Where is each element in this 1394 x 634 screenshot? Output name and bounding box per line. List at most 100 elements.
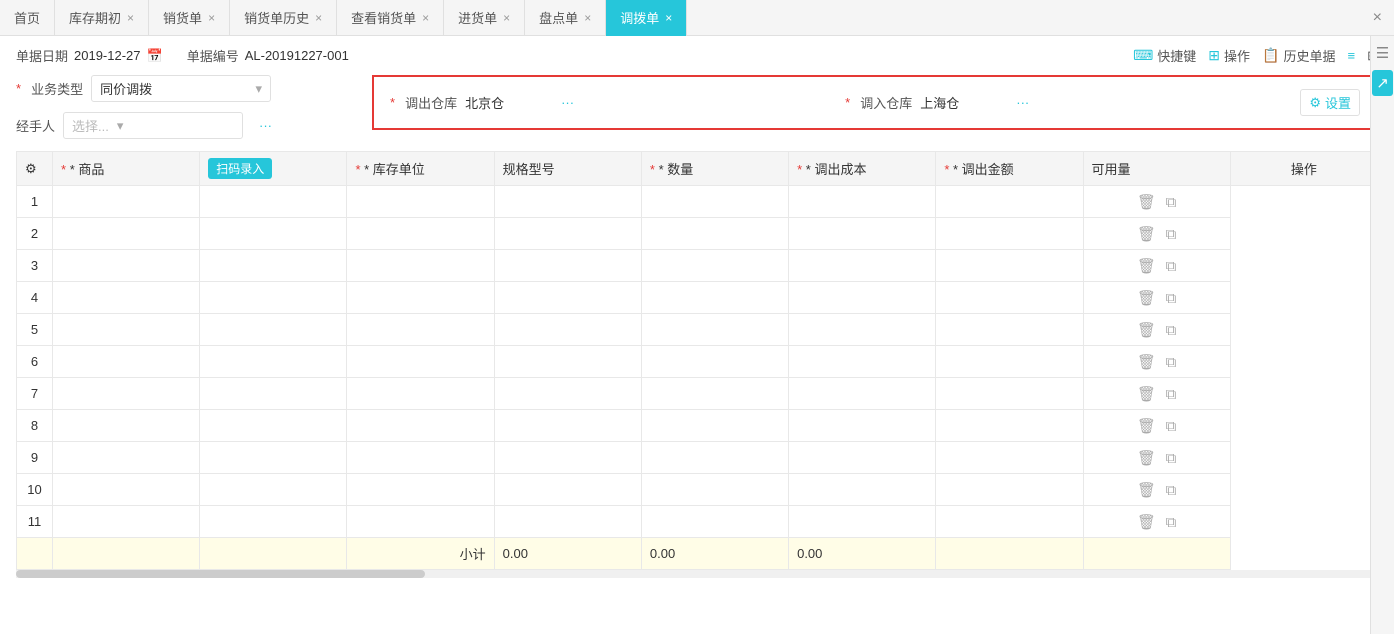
copy-icon[interactable]: ⧉ (1166, 258, 1177, 275)
row-product[interactable] (53, 250, 200, 282)
copy-icon[interactable]: ⧉ (1166, 194, 1177, 211)
row-spec[interactable] (347, 474, 494, 506)
tab-purchase-order-close[interactable]: × (503, 11, 510, 25)
row-cost[interactable] (641, 442, 788, 474)
tab-stocktake[interactable]: 盘点单 × (525, 0, 606, 36)
row-amount[interactable] (789, 378, 936, 410)
row-product[interactable] (53, 506, 200, 538)
copy-icon[interactable]: ⧉ (1166, 514, 1177, 531)
tab-transfer[interactable]: 调拨单 × (606, 0, 687, 36)
row-product[interactable] (53, 218, 200, 250)
row-unit[interactable] (200, 282, 347, 314)
tab-view-sales-close[interactable]: × (422, 11, 429, 25)
row-cost[interactable] (641, 186, 788, 218)
row-amount[interactable] (789, 410, 936, 442)
row-amount[interactable] (789, 442, 936, 474)
row-product[interactable] (53, 346, 200, 378)
operate-button[interactable]: ⊞ 操作 (1208, 46, 1250, 65)
delete-icon[interactable]: 🗑 (1137, 226, 1156, 243)
row-qty[interactable] (494, 410, 641, 442)
copy-icon[interactable]: ⧉ (1166, 482, 1177, 499)
row-spec[interactable] (347, 218, 494, 250)
row-amount[interactable] (789, 218, 936, 250)
row-unit[interactable] (200, 314, 347, 346)
row-qty[interactable] (494, 186, 641, 218)
copy-icon[interactable]: ⧉ (1166, 226, 1177, 243)
copy-icon[interactable]: ⧉ (1166, 418, 1177, 435)
shortcut-button[interactable]: ⌨ 快捷键 (1133, 46, 1196, 65)
delete-icon[interactable]: 🗑 (1137, 514, 1156, 531)
tab-purchase-order[interactable]: 进货单 × (444, 0, 525, 36)
agent-more-button[interactable]: ··· (259, 118, 272, 133)
row-qty[interactable] (494, 442, 641, 474)
col-gear[interactable]: ⚙ (17, 152, 53, 186)
row-amount[interactable] (789, 474, 936, 506)
row-amount[interactable] (789, 186, 936, 218)
row-spec[interactable] (347, 346, 494, 378)
business-type-select[interactable]: 同价调拨 ▾ (91, 75, 271, 102)
row-spec[interactable] (347, 250, 494, 282)
row-product[interactable] (53, 410, 200, 442)
row-unit[interactable] (200, 218, 347, 250)
row-amount[interactable] (789, 314, 936, 346)
row-unit[interactable] (200, 506, 347, 538)
tab-inventory-init[interactable]: 库存期初 × (55, 0, 149, 36)
tab-sales-order[interactable]: 销货单 × (149, 0, 230, 36)
delete-icon[interactable]: 🗑 (1137, 418, 1156, 435)
delete-icon[interactable]: 🗑 (1137, 450, 1156, 467)
tab-stocktake-close[interactable]: × (584, 11, 591, 25)
col-scan[interactable]: 扫码录入 (200, 152, 347, 186)
row-cost[interactable] (641, 474, 788, 506)
history-button[interactable]: 📋 历史单据 (1262, 46, 1335, 65)
tab-sales-order-close[interactable]: × (208, 11, 215, 25)
row-unit[interactable] (200, 442, 347, 474)
tab-inventory-init-close[interactable]: × (127, 11, 134, 25)
row-qty[interactable] (494, 474, 641, 506)
row-amount[interactable] (789, 282, 936, 314)
row-qty[interactable] (494, 506, 641, 538)
delete-icon[interactable]: 🗑 (1137, 386, 1156, 403)
row-spec[interactable] (347, 314, 494, 346)
row-qty[interactable] (494, 378, 641, 410)
row-product[interactable] (53, 282, 200, 314)
window-close-button[interactable]: × (1361, 9, 1394, 27)
horizontal-scrollbar[interactable] (16, 570, 1378, 578)
row-unit[interactable] (200, 410, 347, 442)
copy-icon[interactable]: ⧉ (1166, 354, 1177, 371)
row-cost[interactable] (641, 250, 788, 282)
row-unit[interactable] (200, 346, 347, 378)
setting-button[interactable]: ⚙ 设置 (1300, 89, 1360, 116)
row-unit[interactable] (200, 250, 347, 282)
row-spec[interactable] (347, 186, 494, 218)
delete-icon[interactable]: 🗑 (1137, 482, 1156, 499)
row-unit[interactable] (200, 186, 347, 218)
sidebar-list-icon[interactable]: ☰ (1376, 44, 1389, 62)
row-qty[interactable] (494, 314, 641, 346)
row-spec[interactable] (347, 410, 494, 442)
layout-list-button[interactable]: ≡ (1348, 48, 1356, 63)
row-product[interactable] (53, 442, 200, 474)
copy-icon[interactable]: ⧉ (1166, 322, 1177, 339)
tab-view-sales[interactable]: 查看销货单 × (337, 0, 444, 36)
delete-icon[interactable]: 🗑 (1137, 258, 1156, 275)
tab-sales-history-close[interactable]: × (315, 11, 322, 25)
row-cost[interactable] (641, 346, 788, 378)
sidebar-external-icon[interactable]: ↗ (1372, 70, 1393, 96)
delete-icon[interactable]: 🗑 (1137, 290, 1156, 307)
row-cost[interactable] (641, 410, 788, 442)
row-spec[interactable] (347, 282, 494, 314)
row-qty[interactable] (494, 346, 641, 378)
calendar-icon[interactable]: 📅 (147, 48, 163, 64)
delete-icon[interactable]: 🗑 (1137, 194, 1156, 211)
agent-select[interactable]: 选择... ▾ (63, 112, 243, 139)
delete-icon[interactable]: 🗑 (1137, 322, 1156, 339)
copy-icon[interactable]: ⧉ (1166, 290, 1177, 307)
scroll-thumb[interactable] (16, 570, 425, 578)
row-amount[interactable] (789, 506, 936, 538)
copy-icon[interactable]: ⧉ (1166, 450, 1177, 467)
source-warehouse-more[interactable]: ··· (561, 95, 574, 110)
row-qty[interactable] (494, 250, 641, 282)
row-product[interactable] (53, 314, 200, 346)
row-spec[interactable] (347, 442, 494, 474)
tab-transfer-close[interactable]: × (665, 11, 672, 25)
